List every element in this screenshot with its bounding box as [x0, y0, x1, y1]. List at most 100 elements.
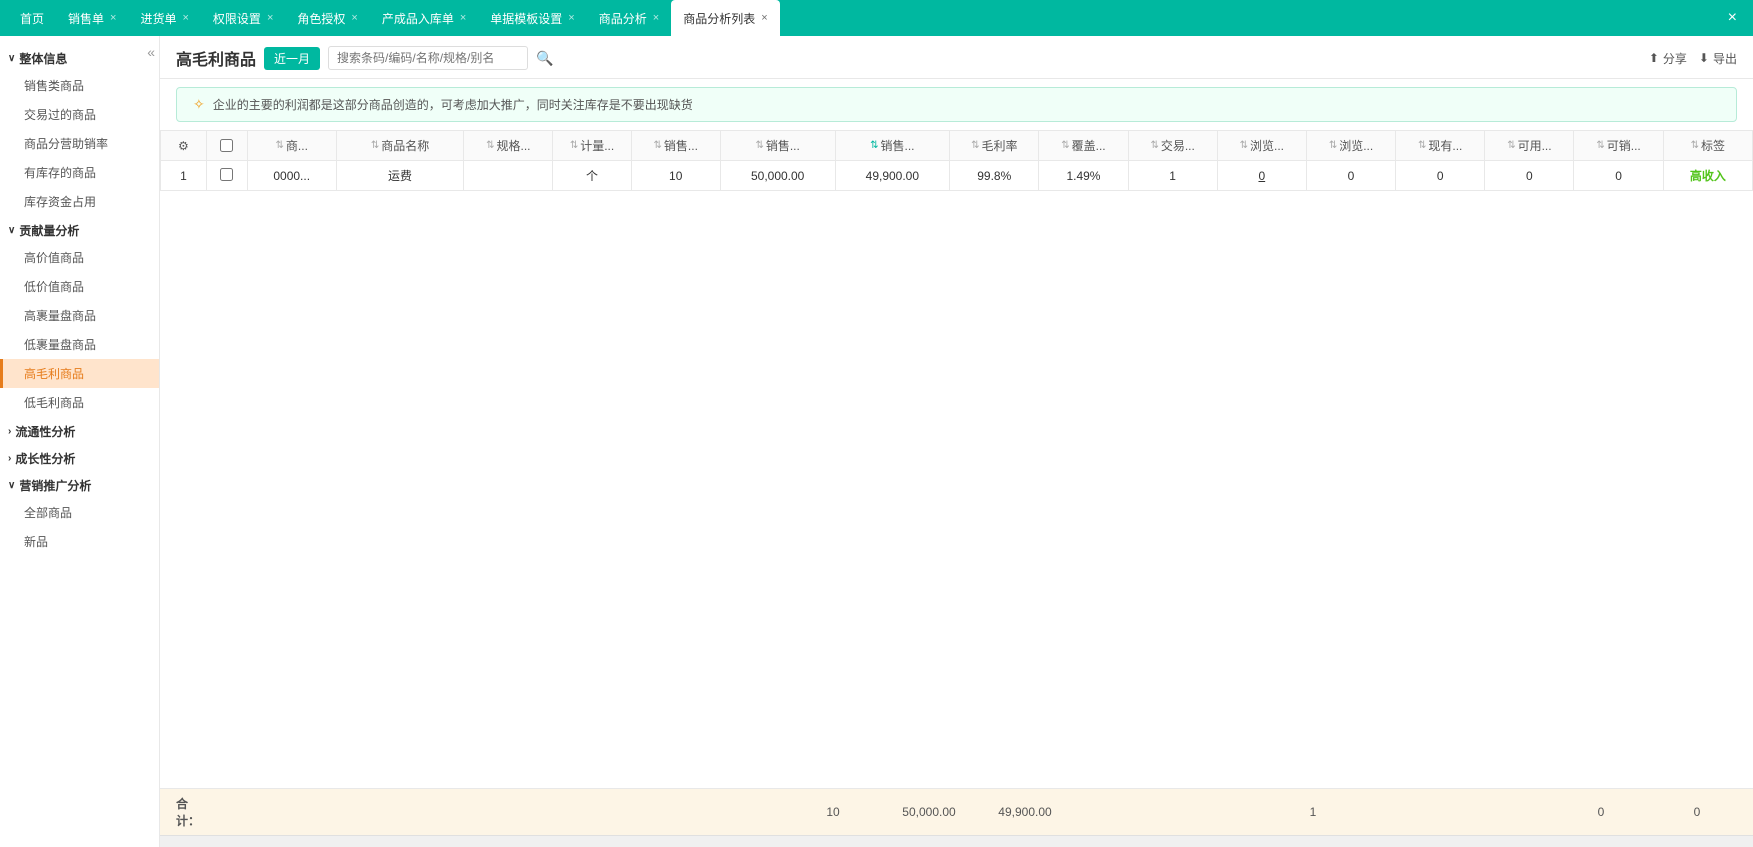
sidebar-item-stocked-goods[interactable]: 有库存的商品	[0, 158, 159, 187]
col-gross-rate[interactable]: ⇅毛利率	[950, 131, 1039, 161]
browse1-link[interactable]: 0	[1258, 169, 1265, 183]
sidebar-item-stock-capital[interactable]: 库存资金占用	[0, 187, 159, 216]
nav-sales[interactable]: 销售单 ×	[56, 0, 128, 36]
content-header: 高毛利商品 近一月 🔍 ⬆ 分享 ⬇ 导出	[160, 36, 1753, 79]
col-available-stock[interactable]: ⇅可用...	[1485, 131, 1574, 161]
col-coverage[interactable]: ⇅覆盖...	[1039, 131, 1128, 161]
cell-available-stock: 0	[1485, 161, 1574, 191]
data-table: ⚙ ⇅商... ⇅商品名称 ⇅规格...	[160, 130, 1753, 191]
footer-sales-amount: 50,000.00	[889, 805, 969, 819]
search-input[interactable]	[328, 46, 528, 70]
col-spec[interactable]: ⇅规格...	[464, 131, 553, 161]
footer-sales-profit: 49,900.00	[985, 805, 1065, 819]
cell-browse1[interactable]: 0	[1217, 161, 1306, 191]
sidebar-section-growth[interactable]: › 成长性分析	[0, 444, 159, 471]
header-actions: ⬆ 分享 ⬇ 导出	[1649, 50, 1737, 67]
col-sales-amount[interactable]: ⇅销售...	[720, 131, 835, 161]
col-name[interactable]: ⇅商品名称	[336, 131, 463, 161]
nav-role-close[interactable]: ×	[351, 12, 357, 24]
col-sales-profit[interactable]: ⇅销售...	[835, 131, 950, 161]
sort-icon-name[interactable]: ⇅	[371, 140, 379, 151]
sidebar-item-low-margin[interactable]: 低毛利商品	[0, 388, 159, 417]
sort-icon-gross-rate[interactable]: ⇅	[971, 140, 979, 151]
nav-analysis[interactable]: 商品分析 ×	[587, 0, 671, 36]
sidebar-item-high-margin[interactable]: 高毛利商品	[0, 359, 159, 388]
sort-icon-sales-amount[interactable]: ⇅	[755, 140, 763, 151]
export-button[interactable]: ⬇ 导出	[1699, 50, 1737, 67]
sidebar-item-high-volume[interactable]: 高裹量盘商品	[0, 301, 159, 330]
cell-index: 1	[161, 161, 207, 191]
cell-saleable-stock: 0	[1574, 161, 1663, 191]
sidebar-item-high-value[interactable]: 高价值商品	[0, 243, 159, 272]
section-arrow-overall: ∨	[8, 53, 15, 64]
col-current-stock[interactable]: ⇅现有...	[1396, 131, 1485, 161]
sort-icon-unit[interactable]: ⇅	[570, 140, 578, 151]
sort-icon-browse1[interactable]: ⇅	[1240, 140, 1248, 151]
col-code[interactable]: ⇅商...	[247, 131, 336, 161]
cell-coverage: 1.49%	[1039, 161, 1128, 191]
sort-icon-sales-profit[interactable]: ⇅	[870, 140, 878, 151]
select-all-checkbox[interactable]	[220, 139, 233, 152]
nav-home[interactable]: 首页	[8, 0, 56, 36]
nav-analysis-list-close[interactable]: ×	[761, 12, 767, 24]
nav-template[interactable]: 单据模板设置 ×	[478, 0, 586, 36]
sidebar-item-all-goods[interactable]: 全部商品	[0, 498, 159, 527]
col-unit[interactable]: ⇅计量...	[553, 131, 631, 161]
cell-sales-qty: 10	[631, 161, 720, 191]
sort-icon-current-stock[interactable]: ⇅	[1418, 140, 1426, 151]
sidebar-section-flow[interactable]: › 流通性分析	[0, 417, 159, 444]
nav-permission[interactable]: 权限设置 ×	[201, 0, 285, 36]
sort-icon-spec[interactable]: ⇅	[486, 140, 494, 151]
content-area: 高毛利商品 近一月 🔍 ⬆ 分享 ⬇ 导出 ✧ 企业的主要的利润都是这部分商品创…	[160, 36, 1753, 847]
sidebar-collapse-button[interactable]: «	[147, 44, 155, 60]
sort-icon-code[interactable]: ⇅	[276, 140, 284, 151]
section-arrow-flow: ›	[8, 426, 11, 437]
nav-inbound-close[interactable]: ×	[460, 12, 466, 24]
sidebar-item-sales-goods[interactable]: 销售类商品	[0, 71, 159, 100]
settings-icon[interactable]: ⚙	[178, 139, 189, 153]
nav-sales-close[interactable]: ×	[110, 12, 116, 24]
col-browse2[interactable]: ⇅浏览...	[1306, 131, 1395, 161]
nav-analysis-list[interactable]: 商品分析列表 ×	[671, 0, 779, 36]
sort-icon-sales-qty[interactable]: ⇅	[654, 140, 662, 151]
sidebar-item-low-volume[interactable]: 低裹量盘商品	[0, 330, 159, 359]
cell-checkbox[interactable]	[206, 161, 247, 191]
nav-analysis-close[interactable]: ×	[653, 12, 659, 24]
col-transaction[interactable]: ⇅交易...	[1128, 131, 1217, 161]
sort-icon-saleable-stock[interactable]: ⇅	[1596, 140, 1604, 151]
sidebar-section-overall[interactable]: ∨ 整体信息	[0, 44, 159, 71]
sort-icon-coverage[interactable]: ⇅	[1061, 140, 1069, 151]
nav-inbound[interactable]: 产成品入库单 ×	[370, 0, 478, 36]
cell-name[interactable]: 运费	[336, 161, 463, 191]
sort-icon-transaction[interactable]: ⇅	[1150, 140, 1158, 151]
window-close-button[interactable]: ×	[1720, 9, 1745, 27]
section-arrow-marketing: ∨	[8, 480, 15, 491]
sidebar-section-contribution[interactable]: ∨ 贡献量分析	[0, 216, 159, 243]
sidebar-section-marketing[interactable]: ∨ 营销推广分析	[0, 471, 159, 498]
col-sales-qty[interactable]: ⇅销售...	[631, 131, 720, 161]
nav-permission-close[interactable]: ×	[267, 12, 273, 24]
sidebar-item-traded-goods[interactable]: 交易过的商品	[0, 100, 159, 129]
sidebar-item-low-value[interactable]: 低价值商品	[0, 272, 159, 301]
col-tag[interactable]: ⇅标签	[1663, 131, 1752, 161]
col-browse1[interactable]: ⇅浏览...	[1217, 131, 1306, 161]
time-filter-button[interactable]: 近一月	[264, 47, 320, 70]
search-button[interactable]: 🔍	[536, 50, 553, 67]
cell-current-stock: 0	[1396, 161, 1485, 191]
tag-badge: 高收入	[1690, 169, 1726, 183]
col-index: ⚙	[161, 131, 207, 161]
sort-icon-available-stock[interactable]: ⇅	[1507, 140, 1515, 151]
nav-template-close[interactable]: ×	[568, 12, 574, 24]
cell-browse2: 0	[1306, 161, 1395, 191]
col-saleable-stock[interactable]: ⇅可销...	[1574, 131, 1663, 161]
nav-purchase[interactable]: 进货单 ×	[128, 0, 200, 36]
nav-purchase-close[interactable]: ×	[182, 12, 188, 24]
nav-role[interactable]: 角色授权 ×	[285, 0, 369, 36]
cell-code: 0000...	[247, 161, 336, 191]
sort-icon-browse2[interactable]: ⇅	[1329, 140, 1337, 151]
horizontal-scrollbar[interactable]	[160, 835, 1753, 847]
share-button[interactable]: ⬆ 分享	[1649, 50, 1687, 67]
sort-icon-tag[interactable]: ⇅	[1691, 140, 1699, 151]
sidebar-item-goods-rate[interactable]: 商品分营助销率	[0, 129, 159, 158]
sidebar-item-new-goods[interactable]: 新品	[0, 527, 159, 556]
